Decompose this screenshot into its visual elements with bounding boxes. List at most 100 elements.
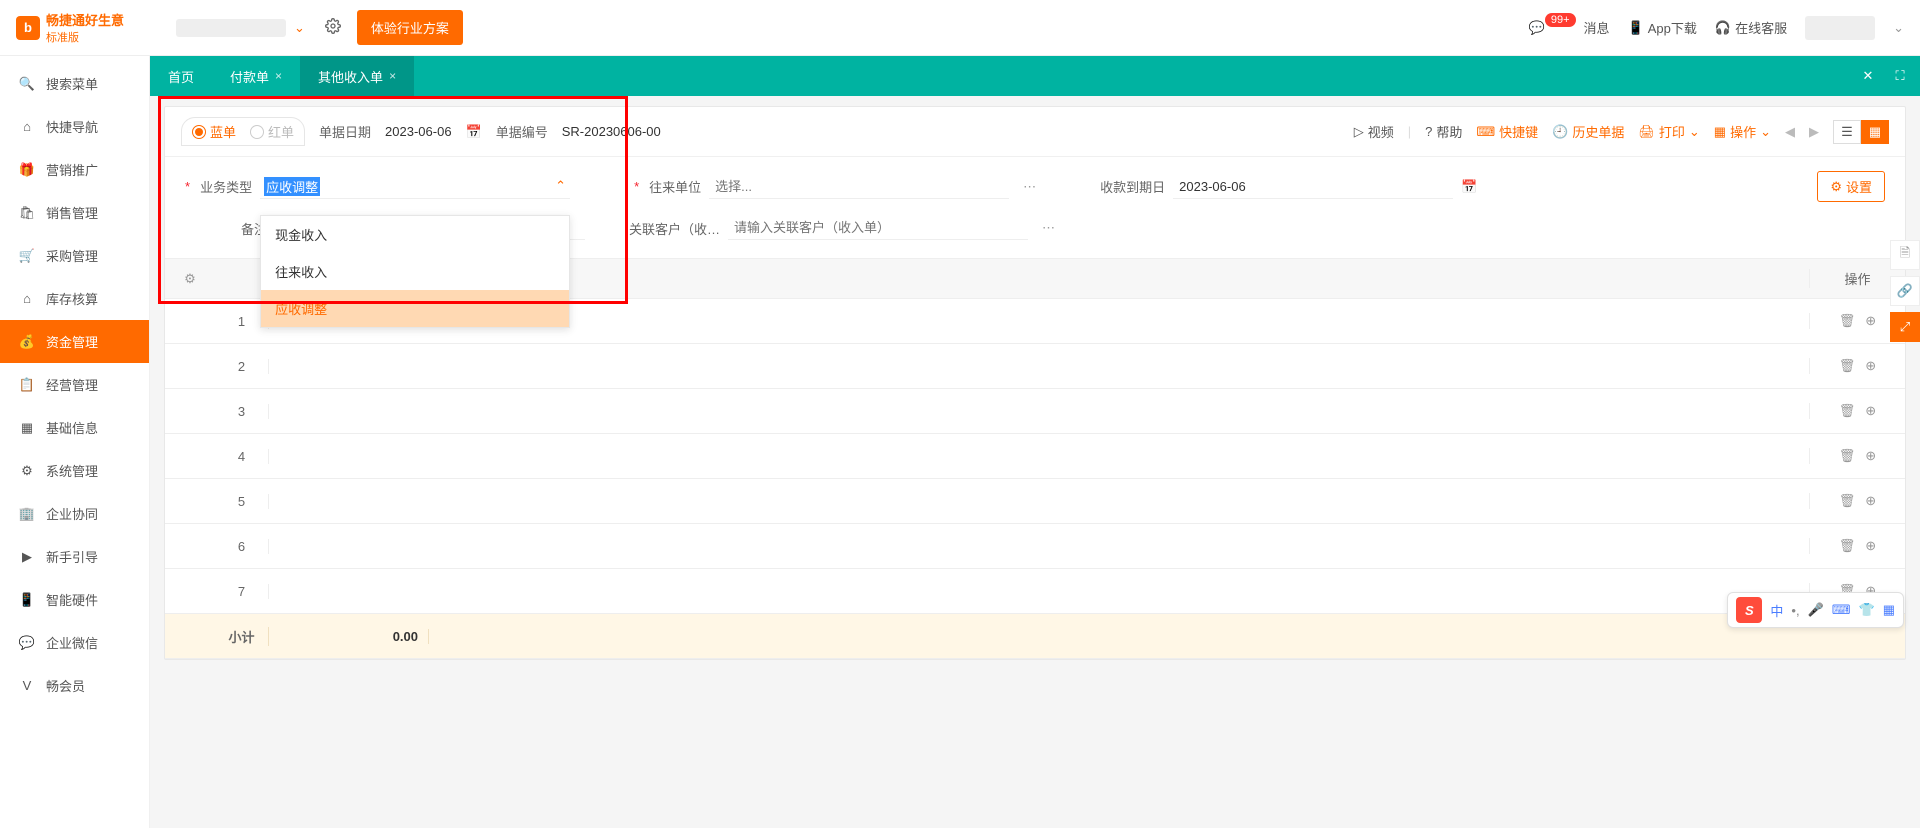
help-link[interactable]: ?帮助 bbox=[1425, 122, 1462, 141]
expand-icon[interactable]: ⛶ bbox=[1888, 64, 1912, 88]
rail-note-icon[interactable]: 🗎 bbox=[1890, 240, 1920, 270]
video-link[interactable]: ▷视频 bbox=[1354, 122, 1394, 141]
fields-row-1: * 业务类型 应收调整 ⌃ 现金收入往来收入应收调整 * 往来单位 ⋯ 收款到期… bbox=[165, 157, 1905, 216]
table-settings-icon[interactable]: ⚙ bbox=[165, 271, 215, 287]
ime-punct-icon[interactable]: •, bbox=[1791, 603, 1799, 618]
radio-blue[interactable]: 蓝单 bbox=[192, 122, 236, 141]
table-row[interactable]: 7 🗑 ⊕ bbox=[165, 569, 1905, 614]
shortcut-link[interactable]: ⌨快捷键 bbox=[1476, 122, 1538, 141]
ime-grid-icon[interactable]: ▦ bbox=[1883, 602, 1895, 618]
dropdown-option[interactable]: 往来收入 bbox=[261, 253, 569, 290]
add-row-icon[interactable]: ⊕ bbox=[1865, 358, 1876, 374]
delete-row-icon[interactable]: 🗑 bbox=[1839, 313, 1856, 329]
delete-row-icon[interactable]: 🗑 bbox=[1839, 403, 1856, 419]
required-mark: * bbox=[185, 179, 190, 194]
add-row-icon[interactable]: ⊕ bbox=[1865, 538, 1876, 554]
operate-link[interactable]: ▦操作⌄ bbox=[1714, 122, 1771, 141]
sidebar-item-11[interactable]: ▶新手引导 bbox=[0, 535, 149, 578]
add-row-icon[interactable]: ⊕ bbox=[1865, 313, 1876, 329]
required-mark: * bbox=[634, 179, 639, 194]
due-date-input[interactable] bbox=[1173, 175, 1453, 199]
settings-button[interactable]: ⚙ 设置 bbox=[1817, 171, 1885, 202]
delete-row-icon[interactable]: 🗑 bbox=[1839, 493, 1856, 509]
ime-toolbar[interactable]: S 中 •, 🎤 ⌨ 👕 ▦ bbox=[1727, 592, 1904, 628]
user-avatar[interactable] bbox=[1805, 16, 1875, 40]
delete-row-icon[interactable]: 🗑 bbox=[1839, 358, 1856, 374]
sidebar-item-12[interactable]: 📱智能硬件 bbox=[0, 578, 149, 621]
tab-付款单[interactable]: 付款单× bbox=[212, 56, 300, 96]
view-list-toggle[interactable]: ☰ bbox=[1833, 120, 1861, 144]
more-icon[interactable]: ⋯ bbox=[1042, 220, 1055, 236]
chevron-down-icon[interactable]: ⌄ bbox=[1893, 20, 1904, 36]
party-input[interactable] bbox=[709, 175, 1009, 199]
logo[interactable]: b 畅捷通好生意 标准版 bbox=[16, 10, 156, 45]
sidebar-item-10[interactable]: 🏢企业协同 bbox=[0, 492, 149, 535]
sidebar-item-3[interactable]: 🛍销售管理 bbox=[0, 191, 149, 234]
support-link[interactable]: 🎧 在线客服 bbox=[1715, 18, 1787, 37]
add-row-icon[interactable]: ⊕ bbox=[1865, 493, 1876, 509]
sidebar-item-5[interactable]: ⌂库存核算 bbox=[0, 277, 149, 320]
close-all-tabs-icon[interactable]: ✕ bbox=[1856, 64, 1880, 88]
chevron-up-icon: ⌃ bbox=[555, 178, 566, 194]
view-card-toggle[interactable]: ▦ bbox=[1861, 120, 1889, 144]
rail-expand-icon[interactable]: ⤢ bbox=[1890, 312, 1920, 342]
sidebar-item-0[interactable]: 🔍搜索菜单 bbox=[0, 62, 149, 105]
sidebar-icon: ⌂ bbox=[18, 291, 36, 306]
sidebar-item-2[interactable]: 🎁营销推广 bbox=[0, 148, 149, 191]
table-row[interactable]: 2 🗑 ⊕ bbox=[165, 344, 1905, 389]
tab-其他收入单[interactable]: 其他收入单× bbox=[300, 56, 414, 96]
delete-row-icon[interactable]: 🗑 bbox=[1839, 538, 1856, 554]
doc-date-value[interactable]: 2023-06-06 bbox=[385, 124, 452, 139]
party-label: 往来单位 bbox=[649, 177, 701, 196]
ime-mic-icon[interactable]: 🎤 bbox=[1808, 602, 1824, 618]
sidebar-icon: 💰 bbox=[18, 334, 36, 350]
form-header: 蓝单 红单 单据日期 2023-06-06 📅 单据编号 SR-20230606… bbox=[165, 107, 1905, 157]
settings-icon[interactable] bbox=[325, 18, 341, 37]
dropdown-option[interactable]: 应收调整 bbox=[261, 290, 569, 327]
trial-button[interactable]: 体验行业方案 bbox=[357, 10, 463, 45]
tab-close-icon[interactable]: × bbox=[275, 69, 282, 83]
add-row-icon[interactable]: ⊕ bbox=[1865, 448, 1876, 464]
sidebar-item-6[interactable]: 💰资金管理 bbox=[0, 320, 149, 363]
sidebar-item-1[interactable]: ⌂快捷导航 bbox=[0, 105, 149, 148]
gear-icon: ⚙ bbox=[1830, 179, 1842, 195]
next-icon[interactable]: ▶ bbox=[1809, 124, 1819, 140]
org-selector[interactable]: ⌄ bbox=[176, 19, 305, 37]
print-link[interactable]: 🖨打印⌄ bbox=[1638, 122, 1699, 141]
sidebar-item-14[interactable]: V畅会员 bbox=[0, 664, 149, 707]
due-date-label: 收款到期日 bbox=[1100, 177, 1165, 196]
tab-首页[interactable]: 首页 bbox=[150, 56, 212, 96]
phone-icon: 📱 bbox=[1628, 20, 1644, 36]
tabs-bar: 首页付款单×其他收入单× ✕ ⛶ bbox=[150, 56, 1920, 96]
messages-link[interactable]: 💬 99+ 消息 bbox=[1529, 18, 1610, 37]
biz-type-dropdown: 现金收入往来收入应收调整 bbox=[260, 215, 570, 328]
table-row[interactable]: 5 🗑 ⊕ bbox=[165, 479, 1905, 524]
sidebar-item-9[interactable]: ⚙系统管理 bbox=[0, 449, 149, 492]
assoc-customer-input[interactable] bbox=[728, 216, 1028, 240]
table-row[interactable]: 6 🗑 ⊕ bbox=[165, 524, 1905, 569]
rail-link-icon[interactable]: 🔗 bbox=[1890, 276, 1920, 306]
sidebar-item-13[interactable]: 💬企业微信 bbox=[0, 621, 149, 664]
row-number: 5 bbox=[215, 494, 269, 509]
calendar-icon[interactable]: 📅 bbox=[1461, 179, 1477, 195]
sidebar-item-7[interactable]: 📋经营管理 bbox=[0, 363, 149, 406]
ime-keyboard-icon[interactable]: ⌨ bbox=[1832, 602, 1851, 618]
add-row-icon[interactable]: ⊕ bbox=[1865, 403, 1876, 419]
biz-type-select[interactable]: 应收调整 ⌃ 现金收入往来收入应收调整 bbox=[260, 175, 570, 199]
keyboard-icon: ⌨ bbox=[1476, 124, 1495, 140]
sidebar-item-8[interactable]: ▦基础信息 bbox=[0, 406, 149, 449]
tab-close-icon[interactable]: × bbox=[389, 69, 396, 83]
history-link[interactable]: 🕘历史单据 bbox=[1552, 122, 1624, 141]
ime-skin-icon[interactable]: 👕 bbox=[1859, 602, 1875, 618]
sidebar-item-4[interactable]: 🛒采购管理 bbox=[0, 234, 149, 277]
prev-icon[interactable]: ◀ bbox=[1785, 124, 1795, 140]
delete-row-icon[interactable]: 🗑 bbox=[1839, 448, 1856, 464]
table-row[interactable]: 4 🗑 ⊕ bbox=[165, 434, 1905, 479]
ime-lang[interactable]: 中 bbox=[1770, 601, 1783, 620]
radio-red[interactable]: 红单 bbox=[250, 122, 294, 141]
calendar-icon[interactable]: 📅 bbox=[466, 124, 482, 140]
app-download-link[interactable]: 📱 App下载 bbox=[1628, 18, 1697, 37]
dropdown-option[interactable]: 现金收入 bbox=[261, 216, 569, 253]
table-row[interactable]: 3 🗑 ⊕ bbox=[165, 389, 1905, 434]
more-icon[interactable]: ⋯ bbox=[1023, 179, 1036, 195]
